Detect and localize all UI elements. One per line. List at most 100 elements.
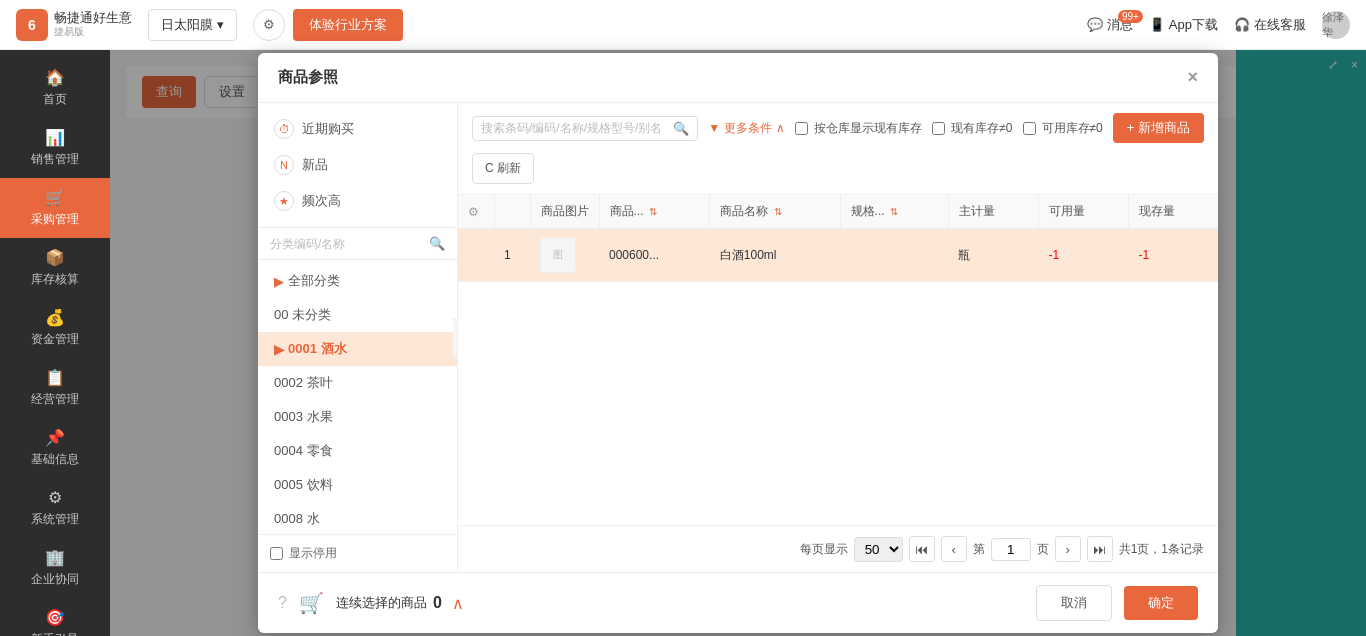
th-settings: ⚙ bbox=[458, 195, 494, 229]
cat-item-6[interactable]: 0008 水 bbox=[258, 502, 457, 534]
td-spec bbox=[840, 229, 948, 282]
th-spec[interactable]: 规格... ⇅ bbox=[840, 195, 948, 229]
app-download-nav[interactable]: 📱 App下载 bbox=[1149, 16, 1218, 34]
modal-overlay: 商品参照 × ⏱ 近期购买 N bbox=[110, 50, 1366, 636]
page-size-select[interactable]: 50 bbox=[854, 537, 903, 562]
td-settings bbox=[458, 229, 494, 282]
cat-item-4[interactable]: 0004 零食 bbox=[258, 434, 457, 468]
td-num: 1 bbox=[494, 229, 530, 282]
pagination: 每页显示 50 ⏮ ‹ 第 页 › ⏭ 共1页，1条记录 bbox=[458, 525, 1218, 572]
tab-new[interactable]: N 新品 bbox=[258, 147, 457, 183]
table-header: ⚙ 商品图片 商品... ⇅ bbox=[458, 195, 1218, 229]
sidebar-item-guide[interactable]: 🎯 新手引导 bbox=[0, 598, 110, 636]
sort-code-icon: ⇅ bbox=[649, 206, 657, 217]
modal-close-btn[interactable]: × bbox=[1187, 67, 1198, 88]
checkbox-available-input[interactable] bbox=[1023, 122, 1036, 135]
sidebar-item-home[interactable]: 🏠 首页 bbox=[0, 58, 110, 118]
enterprise-icon: 🏢 bbox=[45, 548, 65, 567]
sidebar-item-system[interactable]: ⚙ 系统管理 bbox=[0, 478, 110, 538]
logo-icon: 6 bbox=[16, 9, 48, 41]
org-dropdown[interactable]: 日太阳膜 ▾ bbox=[148, 9, 237, 41]
cat-item-2[interactable]: 0002 茶叶 bbox=[258, 366, 457, 400]
tab-frequent[interactable]: ★ 频次高 bbox=[258, 183, 457, 219]
table-settings-icon[interactable]: ⚙ bbox=[468, 205, 479, 219]
cancel-btn[interactable]: 取消 bbox=[1036, 585, 1112, 621]
table-row[interactable]: 1 图 000600... bbox=[458, 229, 1218, 282]
product-table: ⚙ 商品图片 商品... ⇅ bbox=[458, 195, 1218, 525]
online-service-nav[interactable]: 🎧 在线客服 bbox=[1234, 16, 1306, 34]
th-name[interactable]: 商品名称 ⇅ bbox=[710, 195, 840, 229]
modal-body: ⏱ 近期购买 N 新品 ★ 频次高 bbox=[258, 103, 1218, 572]
collapse-footer-btn[interactable]: ∧ bbox=[452, 594, 464, 613]
product-search-input[interactable] bbox=[481, 121, 667, 135]
sales-icon: 📊 bbox=[45, 128, 65, 147]
th-stock[interactable]: 现存量 bbox=[1129, 195, 1218, 229]
checkbox-warehouse-input[interactable] bbox=[795, 122, 808, 135]
inventory-icon: 📦 bbox=[45, 248, 65, 267]
cat-item-5[interactable]: 0005 饮料 bbox=[258, 468, 457, 502]
avatar[interactable]: 徐泽华 bbox=[1322, 11, 1350, 39]
display-disabled-checkbox[interactable] bbox=[270, 547, 283, 560]
logo-text: 畅捷通好生意 bbox=[54, 10, 132, 26]
sidebar: 🏠 首页 📊 销售管理 🛒 采购管理 📦 库存核算 💰 资金管理 📋 经营管理 … bbox=[0, 50, 110, 636]
cat-item-3[interactable]: 0003 水果 bbox=[258, 400, 457, 434]
page-prev-btn[interactable]: ‹ bbox=[941, 536, 967, 562]
th-code[interactable]: 商品... ⇅ bbox=[599, 195, 710, 229]
logo-sub: 捷易版 bbox=[54, 25, 132, 39]
experience-btn[interactable]: 体验行业方案 bbox=[293, 9, 403, 41]
content-area: 查询 设置 刷新 × ⤢ 商品参照 × bbox=[110, 50, 1366, 636]
modal-footer: ? 🛒 连续选择的商品 0 ∧ 取消 确定 bbox=[258, 572, 1218, 633]
category-search: 🔍 bbox=[258, 228, 457, 260]
category-search-input[interactable] bbox=[270, 237, 423, 251]
collapse-panel-btn[interactable]: 《 bbox=[453, 318, 458, 358]
th-image: 商品图片 bbox=[530, 195, 599, 229]
display-disabled-area: 显示停用 bbox=[258, 534, 457, 572]
help-icon[interactable]: ? bbox=[278, 594, 287, 612]
cat-item-0[interactable]: 00 未分类 bbox=[258, 298, 457, 332]
main-layout: 🏠 首页 📊 销售管理 🛒 采购管理 📦 库存核算 💰 资金管理 📋 经营管理 … bbox=[0, 50, 1366, 636]
category-tabs: ⏱ 近期购买 N 新品 ★ 频次高 bbox=[258, 103, 457, 228]
chevron-down-icon: ▾ bbox=[217, 17, 224, 32]
logo-area: 6 畅捷通好生意 捷易版 bbox=[16, 9, 132, 41]
basic-icon: 📌 bbox=[45, 428, 65, 447]
page-input[interactable] bbox=[991, 538, 1031, 561]
th-unit[interactable]: 主计量 bbox=[948, 195, 1038, 229]
category-search-icon[interactable]: 🔍 bbox=[429, 236, 445, 251]
td-stock: -1 bbox=[1129, 229, 1218, 282]
product-search-icon[interactable]: 🔍 bbox=[673, 121, 689, 136]
cart-icon[interactable]: 🛒 bbox=[299, 591, 324, 615]
filter-icon: ▼ bbox=[708, 121, 720, 135]
sidebar-item-purchase[interactable]: 🛒 采购管理 bbox=[0, 178, 110, 238]
sort-name-icon: ⇅ bbox=[774, 206, 782, 217]
cat-item-all[interactable]: ▶ 全部分类 bbox=[258, 264, 457, 298]
system-icon: ⚙ bbox=[48, 488, 62, 507]
filter-more-btn[interactable]: ▼ 更多条件 ∧ bbox=[708, 120, 785, 137]
refresh-product-btn[interactable]: C 刷新 bbox=[472, 153, 534, 184]
top-nav: 6 畅捷通好生意 捷易版 日太阳膜 ▾ ⚙ 体验行业方案 💬 消息 99+ 📱 … bbox=[0, 0, 1366, 50]
checkbox-warehouse: 按仓库显示现有库存 bbox=[795, 120, 922, 137]
sidebar-item-enterprise[interactable]: 🏢 企业协同 bbox=[0, 538, 110, 598]
purchase-icon: 🛒 bbox=[45, 188, 65, 207]
sidebar-item-inventory[interactable]: 📦 库存核算 bbox=[0, 238, 110, 298]
message-nav[interactable]: 💬 消息 99+ bbox=[1087, 16, 1133, 34]
sidebar-item-finance[interactable]: 💰 资金管理 bbox=[0, 298, 110, 358]
category-panel: ⏱ 近期购买 N 新品 ★ 频次高 bbox=[258, 103, 458, 572]
confirm-btn[interactable]: 确定 bbox=[1124, 586, 1198, 620]
td-unit: 瓶 bbox=[948, 229, 1038, 282]
product-data-table: ⚙ 商品图片 商品... ⇅ bbox=[458, 195, 1218, 282]
sidebar-item-operation[interactable]: 📋 经营管理 bbox=[0, 358, 110, 418]
sidebar-item-basic[interactable]: 📌 基础信息 bbox=[0, 418, 110, 478]
page-first-btn[interactable]: ⏮ bbox=[909, 536, 935, 562]
page-last-btn[interactable]: ⏭ bbox=[1087, 536, 1113, 562]
sidebar-item-sales[interactable]: 📊 销售管理 bbox=[0, 118, 110, 178]
td-name: 白酒100ml bbox=[710, 229, 840, 282]
page-next-btn[interactable]: › bbox=[1055, 536, 1081, 562]
settings-btn[interactable]: ⚙ bbox=[253, 9, 285, 41]
message-icon: 💬 bbox=[1087, 17, 1103, 32]
th-available[interactable]: 可用量 bbox=[1038, 195, 1128, 229]
checkbox-stock-input[interactable] bbox=[932, 122, 945, 135]
tab-recent[interactable]: ⏱ 近期购买 bbox=[258, 111, 457, 147]
add-product-btn[interactable]: + 新增商品 bbox=[1113, 113, 1204, 143]
cat-item-1[interactable]: ▶ 0001 酒水 bbox=[258, 332, 457, 366]
finance-icon: 💰 bbox=[45, 308, 65, 327]
